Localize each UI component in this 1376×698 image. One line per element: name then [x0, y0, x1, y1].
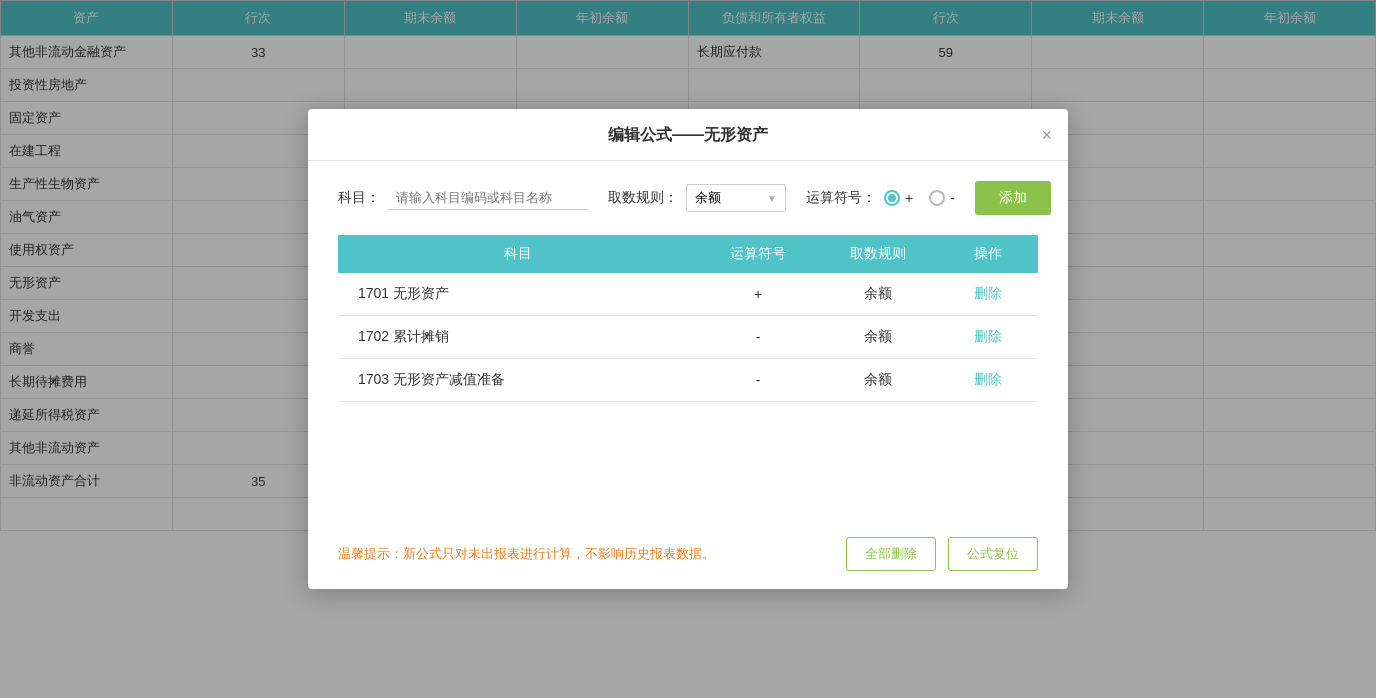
table-header-operator: 运算符号 — [698, 235, 818, 273]
subject-group: 科目： — [338, 186, 588, 210]
modal-footer: 温馨提示：新公式只对未出报表进行计算，不影响历史报表数据。 全部删除 公式复位 — [308, 525, 1068, 589]
modal-close-button[interactable]: × — [1041, 126, 1052, 144]
formula-rule: 余额 — [818, 316, 938, 359]
radio-minus[interactable]: - — [929, 190, 955, 206]
formula-subject: 1701 无形资产 — [338, 273, 698, 316]
formula-subject: 1703 无形资产减值准备 — [338, 359, 698, 402]
formula-table: 科目 运算符号 取数规则 操作 1701 无形资产+余额删除1702 累计摊销-… — [338, 235, 1038, 402]
formula-action: 删除 — [938, 316, 1038, 359]
radio-plus-label: + — [905, 190, 913, 206]
table-header-rule: 取数规则 — [818, 235, 938, 273]
subject-input[interactable] — [388, 186, 588, 210]
footer-tip: 温馨提示：新公式只对未出报表进行计算，不影响历史报表数据。 — [338, 545, 715, 563]
formula-rule: 余额 — [818, 359, 938, 402]
modal-header: 编辑公式——无形资产 × — [308, 109, 1068, 161]
formula-subject: 1702 累计摊销 — [338, 316, 698, 359]
reset-button[interactable]: 公式复位 — [948, 537, 1038, 571]
table-header-subject: 科目 — [338, 235, 698, 273]
form-row: 科目： 取数规则： 余额 ▼ 运算符号： — [338, 181, 1038, 215]
formula-action: 删除 — [938, 359, 1038, 402]
delete-all-button[interactable]: 全部删除 — [846, 537, 936, 571]
operator-group: 运算符号： + - — [806, 189, 955, 207]
formula-operator: - — [698, 359, 818, 402]
formula-rule: 余额 — [818, 273, 938, 316]
delete-link[interactable]: 删除 — [974, 285, 1002, 301]
footer-buttons: 全部删除 公式复位 — [846, 537, 1038, 571]
rule-label: 取数规则： — [608, 189, 678, 207]
rule-select-arrow: ▼ — [767, 193, 777, 204]
rule-group: 取数规则： 余额 ▼ — [608, 184, 786, 212]
formula-operator: - — [698, 316, 818, 359]
delete-link[interactable]: 删除 — [974, 371, 1002, 387]
formula-operator: + — [698, 273, 818, 316]
subject-label: 科目： — [338, 189, 380, 207]
rule-select[interactable]: 余额 ▼ — [686, 184, 786, 212]
delete-link[interactable]: 删除 — [974, 328, 1002, 344]
table-header-action: 操作 — [938, 235, 1038, 273]
radio-plus-circle — [884, 190, 900, 206]
radio-minus-label: - — [950, 190, 955, 206]
rule-select-value: 余额 — [695, 189, 721, 207]
modal-dialog: 编辑公式——无形资产 × 科目： 取数规则： 余额 ▼ — [308, 109, 1068, 589]
modal-body: 科目： 取数规则： 余额 ▼ 运算符号： — [308, 161, 1068, 525]
list-item: 1703 无形资产减值准备-余额 删除 — [338, 359, 1038, 402]
add-button[interactable]: 添加 — [975, 181, 1051, 215]
operator-label: 运算符号： — [806, 189, 876, 207]
formula-action: 删除 — [938, 273, 1038, 316]
modal-overlay: 编辑公式——无形资产 × 科目： 取数规则： 余额 ▼ — [0, 0, 1376, 698]
radio-minus-circle — [929, 190, 945, 206]
modal-title: 编辑公式——无形资产 — [608, 125, 768, 146]
radio-group: + - — [884, 190, 955, 206]
radio-plus[interactable]: + — [884, 190, 913, 206]
list-item: 1702 累计摊销-余额 删除 — [338, 316, 1038, 359]
list-item: 1701 无形资产+余额 删除 — [338, 273, 1038, 316]
